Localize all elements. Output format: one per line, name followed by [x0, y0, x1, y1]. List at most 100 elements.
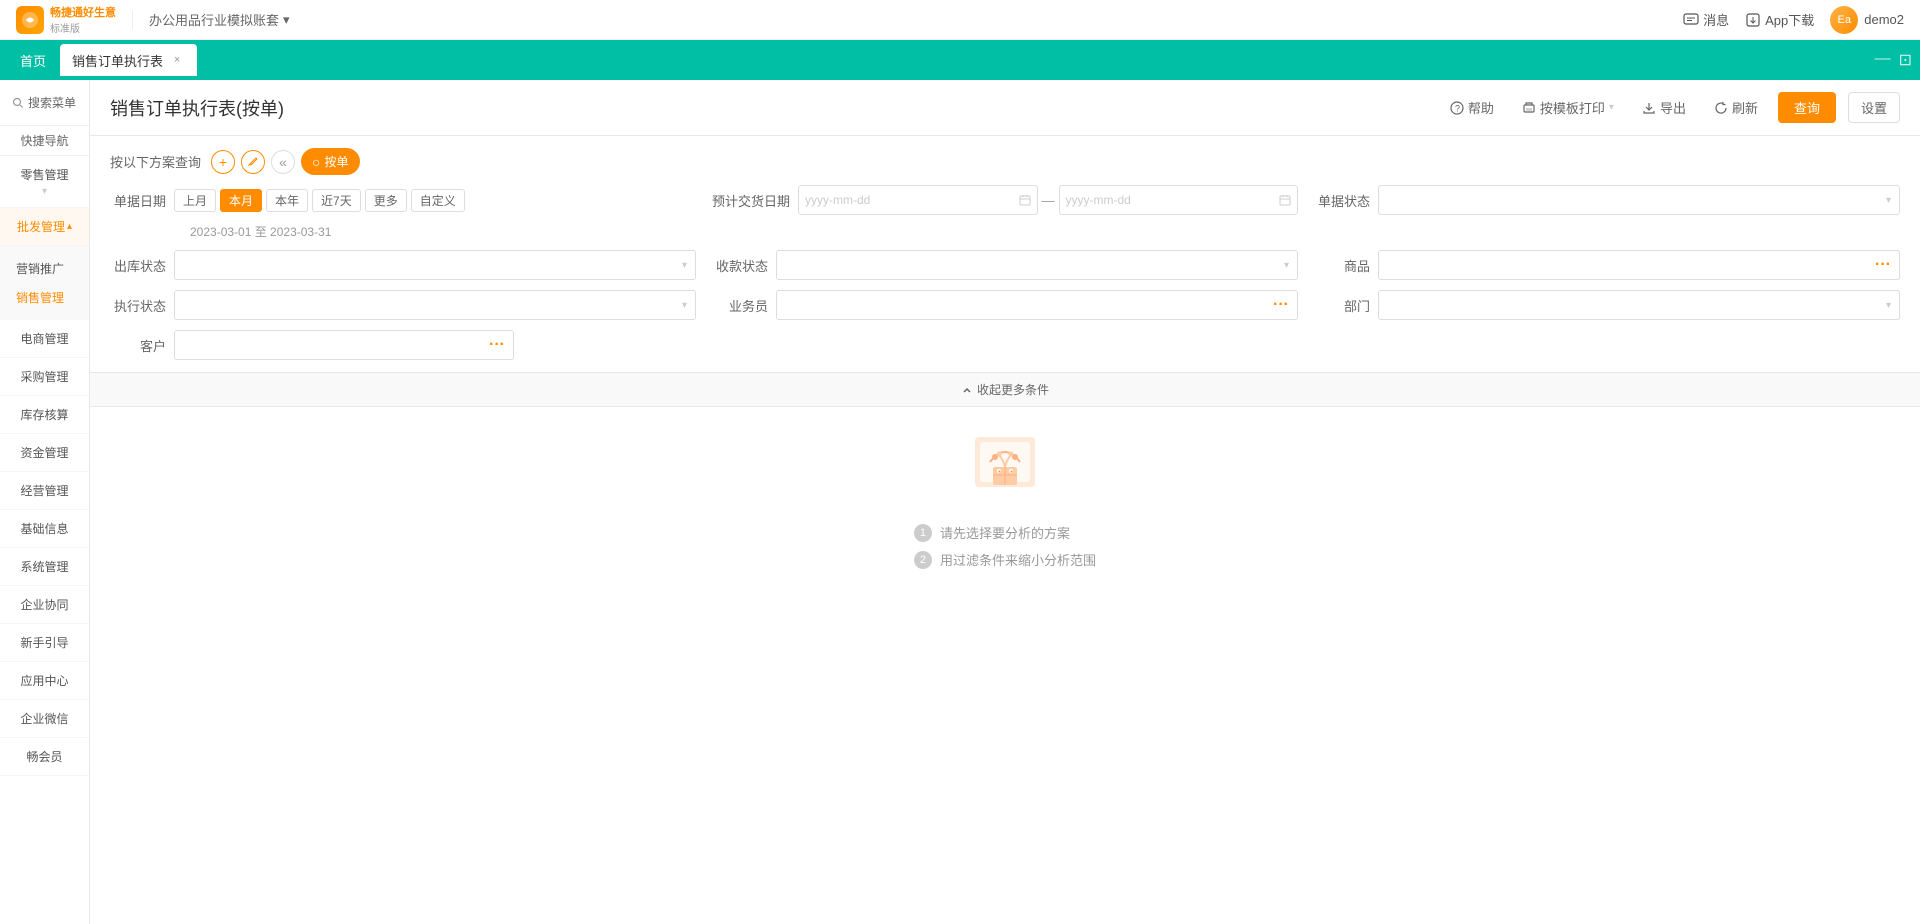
refresh-icon — [1714, 101, 1728, 115]
sidebar-item-retail[interactable]: 零售管理 ▾ — [0, 156, 89, 208]
tip-num-1: 1 — [914, 524, 932, 542]
logo-icon — [16, 6, 44, 34]
customer-more-btn[interactable]: ··· — [489, 336, 505, 354]
sidebar-item-app-center[interactable]: 应用中心 — [0, 662, 89, 700]
sidebar-item-wholesale[interactable]: 批发管理 ▴ — [0, 208, 89, 246]
tab-maximize-btn[interactable]: ⊡ — [1899, 50, 1912, 70]
collapse-bar[interactable]: 收起更多条件 — [90, 373, 1920, 407]
plan-collapse-btn[interactable]: « — [271, 150, 295, 174]
sidebar-item-finance[interactable]: 资金管理 — [0, 434, 89, 472]
logo-text: 畅捷通好生意 标准版 — [50, 4, 116, 35]
customer-select[interactable]: ··· — [174, 330, 514, 360]
filter-area: 按以下方案查询 + « ○ 按单 — [90, 136, 1920, 373]
tab-home[interactable]: 首页 — [8, 44, 58, 76]
calendar-end-icon — [1279, 194, 1291, 206]
header-left: 畅捷通好生意 标准版 办公用品行业模拟账套 ▾ — [16, 4, 290, 35]
plan-add-btn[interactable]: + — [211, 150, 235, 174]
edit-icon — [247, 156, 259, 168]
plan-item-by-order[interactable]: ○ 按单 — [301, 148, 359, 175]
sidebar-item-system[interactable]: 系统管理 — [0, 548, 89, 586]
filter-grid-row1: 单据日期 上月 本月 本年 近7天 更多 自定义 预计交货日期 — [110, 185, 1900, 215]
sidebar-item-marketing[interactable]: 营销推广 — [4, 254, 85, 283]
page-header: 销售订单执行表(按单) ? 帮助 — [90, 80, 1920, 136]
dept-select[interactable]: ▾ — [1378, 290, 1900, 320]
sidebar-item-enterprise[interactable]: 企业协同 — [0, 586, 89, 624]
search-icon — [12, 97, 24, 109]
sidebar-item-weixin[interactable]: 企业微信 — [0, 700, 89, 738]
expected-date-end[interactable]: yyyy-mm-dd — [1059, 185, 1299, 215]
filter-cell-goods: 商品 ··· — [1314, 250, 1900, 280]
print-btn[interactable]: 按模板打印 ▾ — [1514, 94, 1622, 121]
empty-tip-1: 1 请先选择要分析的方案 — [914, 523, 1096, 542]
collect-status-select[interactable]: ▾ — [776, 250, 1298, 280]
help-btn[interactable]: ? 帮助 — [1442, 94, 1502, 121]
search-menu-btn[interactable]: 搜索菜单 — [8, 88, 81, 117]
dept-label: 部门 — [1314, 296, 1370, 315]
tab-sales-order[interactable]: 销售订单执行表 × — [60, 44, 197, 76]
date-custom-btn[interactable]: 自定义 — [411, 189, 465, 212]
tab-minimize-btn[interactable]: — — [1875, 50, 1891, 70]
expected-date-start[interactable]: yyyy-mm-dd — [798, 185, 1038, 215]
main-layout: 搜索菜单 快捷导航 零售管理 ▾ 批发管理 ▴ 营销推广 销售管理 电商管理 采 — [0, 80, 1920, 924]
refresh-btn[interactable]: 刷新 — [1706, 94, 1766, 121]
sidebar-item-purchase[interactable]: 采购管理 — [0, 358, 89, 396]
search-btn[interactable]: 查询 — [1778, 92, 1836, 123]
message-btn[interactable]: 消息 — [1683, 10, 1729, 29]
sidebar-quick-nav[interactable]: 快捷导航 — [0, 126, 89, 156]
date-more-btn[interactable]: 更多 — [365, 189, 407, 212]
date-range-display: 2023-03-01 至 2023-03-31 — [110, 223, 1900, 240]
goods-select[interactable]: ··· — [1378, 250, 1900, 280]
app-download-btn[interactable]: App下载 — [1745, 10, 1814, 29]
page-title-row: 销售订单执行表(按单) ? 帮助 — [110, 92, 1900, 123]
help-icon: ? — [1450, 101, 1464, 115]
sidebar-item-basic-info[interactable]: 基础信息 — [0, 510, 89, 548]
date-prev-month-btn[interactable]: 上月 — [174, 189, 216, 212]
date-this-year-btn[interactable]: 本年 — [266, 189, 308, 212]
empty-illustration — [955, 407, 1055, 507]
filter-cell-expected-date: 预计交货日期 yyyy-mm-dd — yyyy-mm-dd — [712, 185, 1298, 215]
sidebar-item-inventory[interactable]: 库存核算 — [0, 396, 89, 434]
out-status-select[interactable]: ▾ — [174, 250, 696, 280]
content-area: 销售订单执行表(按单) ? 帮助 — [90, 80, 1920, 924]
sidebar-item-member[interactable]: 畅会员 — [0, 738, 89, 776]
tab-close-btn[interactable]: × — [169, 52, 185, 68]
collect-status-arrow: ▾ — [1284, 260, 1289, 271]
settings-btn[interactable]: 设置 — [1848, 92, 1900, 123]
salesperson-select[interactable]: ··· — [776, 290, 1298, 320]
doc-status-label: 单据状态 — [1314, 191, 1370, 210]
sidebar-item-ecommerce[interactable]: 电商管理 — [0, 320, 89, 358]
filter-cell-date: 单据日期 上月 本月 本年 近7天 更多 自定义 — [110, 185, 696, 215]
page-actions: ? 帮助 按模板打印 ▾ — [1442, 92, 1900, 123]
exec-status-select[interactable]: ▾ — [174, 290, 696, 320]
export-btn[interactable]: 导出 — [1634, 94, 1694, 121]
doc-status-select[interactable]: ▾ — [1378, 185, 1900, 215]
date-quick-btns: 上月 本月 本年 近7天 更多 自定义 — [174, 189, 465, 212]
collect-status-label: 收款状态 — [712, 256, 768, 275]
plan-edit-btn[interactable] — [241, 150, 265, 174]
tip-num-2: 2 — [914, 551, 932, 569]
print-icon — [1522, 101, 1536, 115]
empty-state: 1 请先选择要分析的方案 2 用过滤条件来缩小分析范围 — [90, 407, 1920, 569]
date-7days-btn[interactable]: 近7天 — [312, 189, 361, 212]
goods-more-btn[interactable]: ··· — [1875, 256, 1891, 274]
sidebar-item-operations[interactable]: 经营管理 — [0, 472, 89, 510]
plan-row: 按以下方案查询 + « ○ 按单 — [110, 148, 1900, 175]
exec-status-label: 执行状态 — [110, 296, 166, 315]
user-menu[interactable]: Ea demo2 — [1830, 6, 1904, 34]
sidebar-wholesale-submenu: 营销推广 销售管理 — [0, 246, 89, 320]
expected-date-label: 预计交货日期 — [712, 191, 790, 210]
industry-selector[interactable]: 办公用品行业模拟账套 ▾ — [149, 10, 290, 29]
download-icon — [1745, 12, 1761, 28]
page-title: 销售订单执行表(按单) — [110, 95, 284, 121]
date-control: 上月 本月 本年 近7天 更多 自定义 — [174, 189, 696, 212]
date-this-month-btn[interactable]: 本月 — [220, 189, 262, 212]
sidebar-item-guide[interactable]: 新手引导 — [0, 624, 89, 662]
user-avatar: Ea — [1830, 6, 1858, 34]
dept-arrow: ▾ — [1886, 300, 1891, 311]
plan-label: 按以下方案查询 — [110, 152, 201, 171]
filter-cell-exec-status: 执行状态 ▾ — [110, 290, 696, 320]
sidebar-item-sales-mgmt[interactable]: 销售管理 — [4, 283, 85, 312]
doc-status-arrow: ▾ — [1886, 195, 1891, 206]
expected-date-control: yyyy-mm-dd — yyyy-mm-dd — [798, 185, 1298, 215]
salesperson-more-btn[interactable]: ··· — [1273, 296, 1289, 314]
